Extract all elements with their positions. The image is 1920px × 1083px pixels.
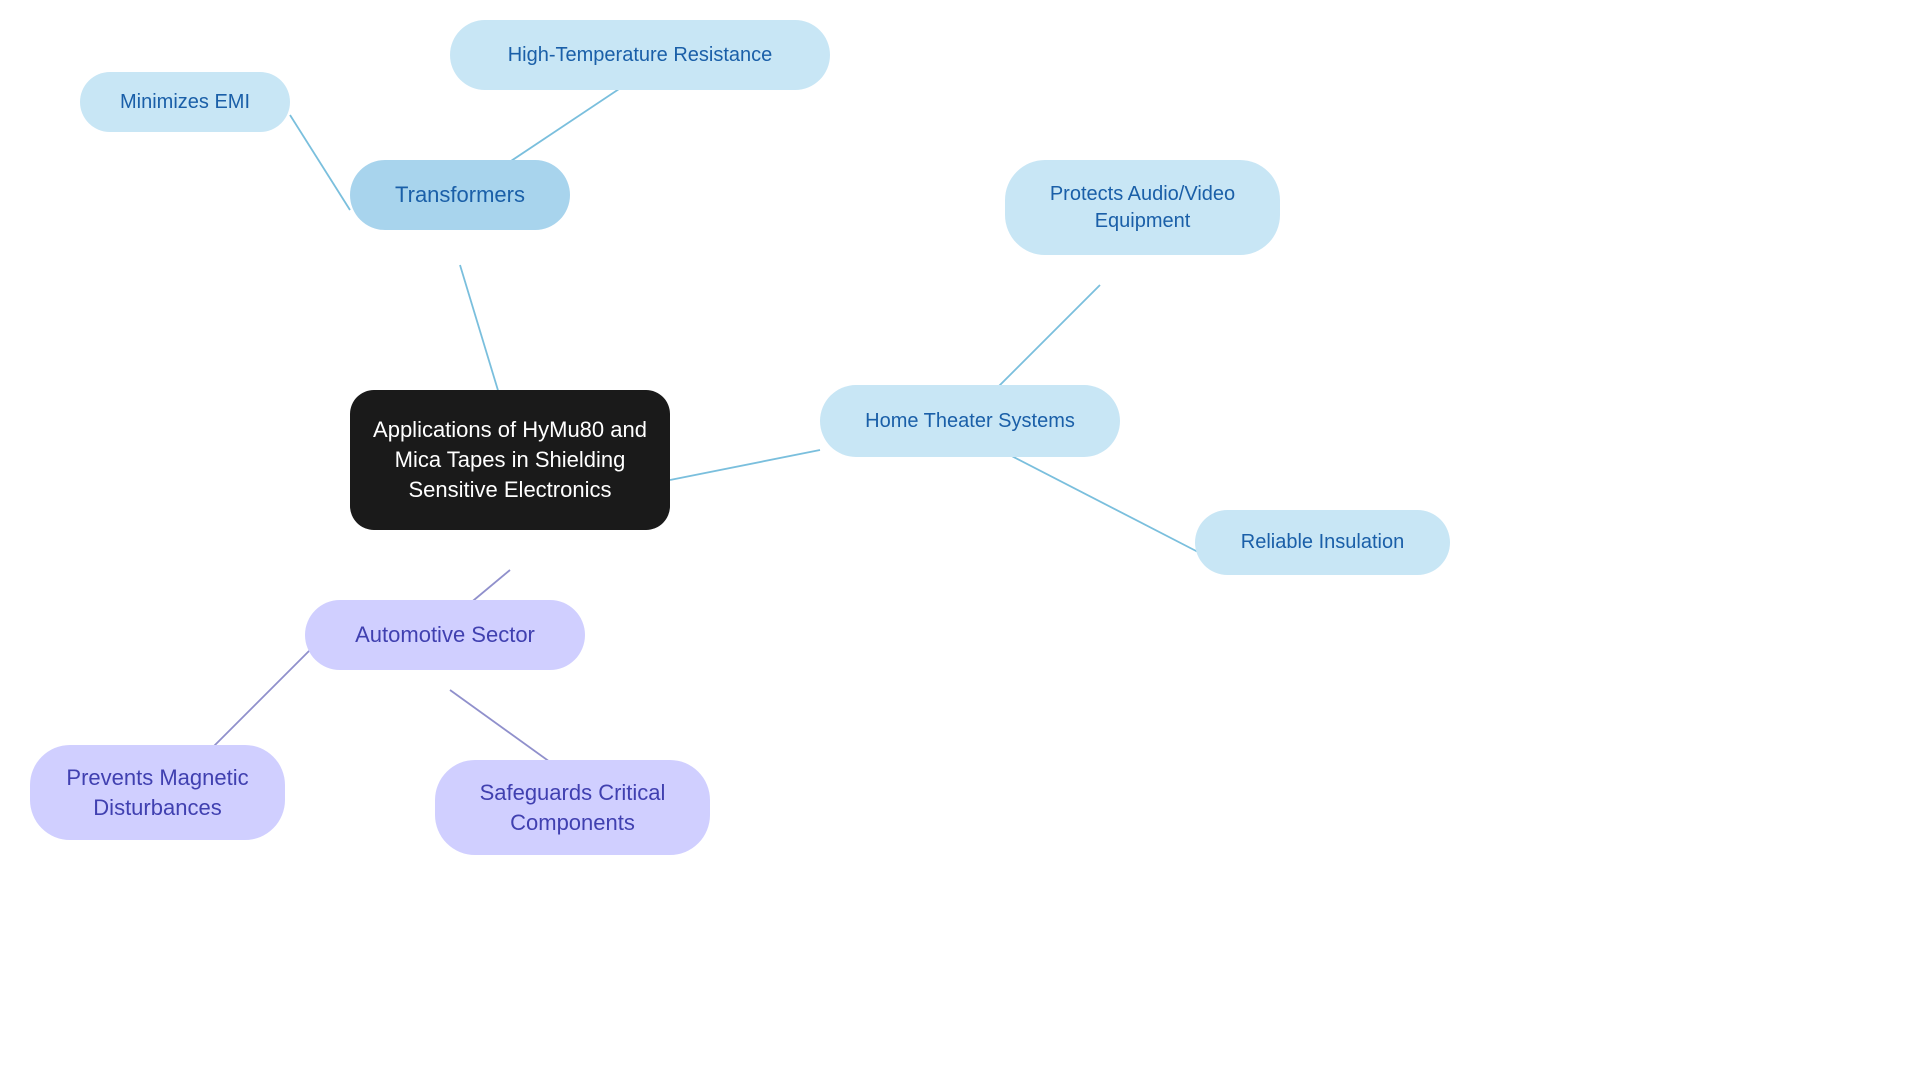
safeguards-node: Safeguards Critical Components — [435, 760, 710, 855]
prevents-magnetic-node: Prevents Magnetic Disturbances — [30, 745, 285, 840]
reliable-insulation-node: Reliable Insulation — [1195, 510, 1450, 575]
high-temp-node: High-Temperature Resistance — [450, 20, 830, 90]
home-theater-node: Home Theater Systems — [820, 385, 1120, 457]
protects-av-node: Protects Audio/Video Equipment — [1005, 160, 1280, 255]
center-node: Applications of HyMu80 and Mica Tapes in… — [350, 390, 670, 530]
transformers-node: Transformers — [350, 160, 570, 230]
automotive-sector-node: Automotive Sector — [305, 600, 585, 670]
minimizes-emi-node: Minimizes EMI — [80, 72, 290, 132]
connections-svg — [0, 0, 1920, 1083]
